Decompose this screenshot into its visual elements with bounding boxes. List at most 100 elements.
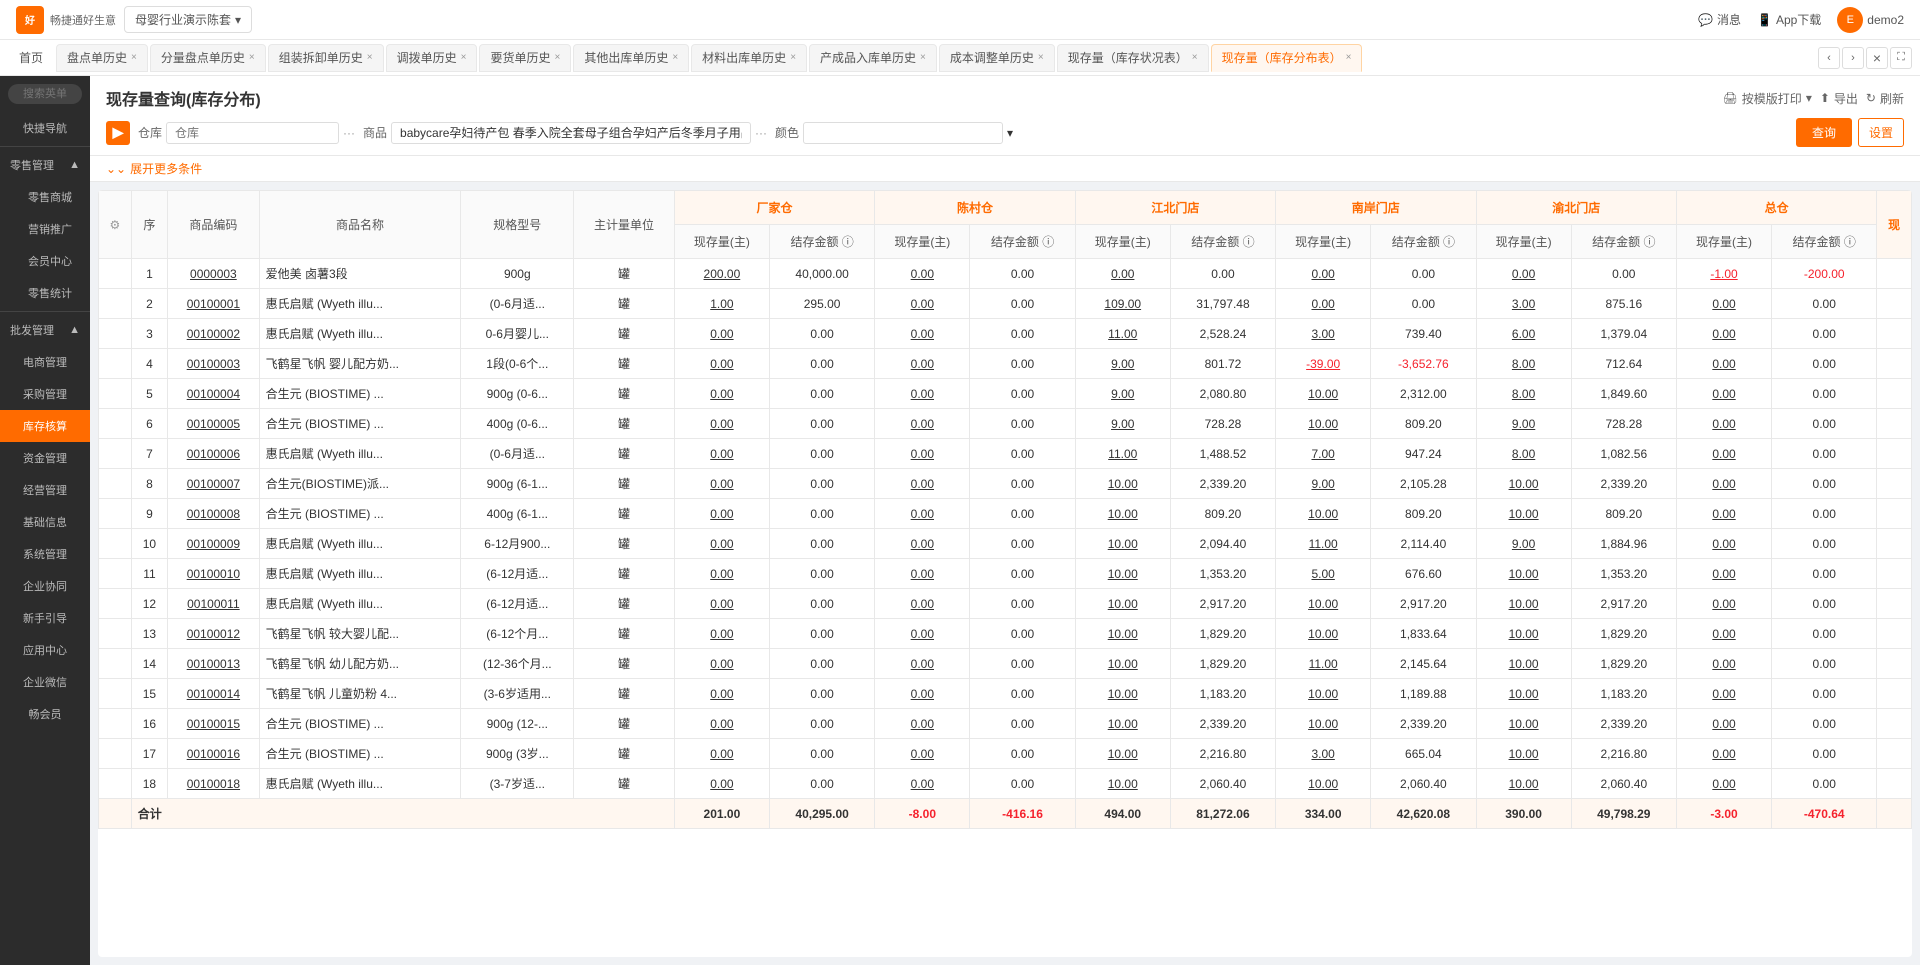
filter-expand-more[interactable]: ⌄⌄ 展开更多条件 [90, 156, 1920, 182]
cell-jb-stock[interactable]: 10.00 [1075, 559, 1170, 589]
cell-f-stock[interactable]: 1.00 [674, 289, 769, 319]
cell-c-stock[interactable]: 0.00 [875, 289, 970, 319]
cell-total-stock[interactable]: 0.00 [1676, 769, 1771, 799]
cell-c-stock[interactable]: 0.00 [875, 499, 970, 529]
cell-na-stock[interactable]: 11.00 [1276, 529, 1371, 559]
cell-code[interactable]: 00100009 [168, 529, 260, 559]
sidebar-item-retail-mall[interactable]: 零售商城 [0, 181, 90, 213]
nav-expand-button[interactable]: ⛶ [1890, 47, 1912, 69]
cell-jb-stock[interactable]: 109.00 [1075, 289, 1170, 319]
sidebar-item-retail[interactable]: 零售管理 ▲ [0, 149, 90, 181]
cell-code[interactable]: 00100005 [168, 409, 260, 439]
cell-c-stock[interactable]: 0.00 [875, 379, 970, 409]
cell-na-stock[interactable]: 11.00 [1276, 649, 1371, 679]
cell-na-stock[interactable]: 10.00 [1276, 409, 1371, 439]
cell-jb-stock[interactable]: 10.00 [1075, 469, 1170, 499]
sidebar-item-search[interactable] [0, 76, 90, 112]
cell-c-stock[interactable]: 0.00 [875, 679, 970, 709]
cell-jb-stock[interactable]: 10.00 [1075, 739, 1170, 769]
cell-c-stock[interactable]: 0.00 [875, 319, 970, 349]
industry-selector[interactable]: 母婴行业演示陈套 ▾ [124, 6, 252, 33]
cell-total-stock[interactable]: 0.00 [1676, 589, 1771, 619]
cell-yb-stock[interactable]: 6.00 [1476, 319, 1571, 349]
tab-material-outbound[interactable]: 材料出库单历史 × [691, 44, 807, 72]
cell-jb-stock[interactable]: 9.00 [1075, 349, 1170, 379]
cell-c-stock[interactable]: 0.00 [875, 559, 970, 589]
tab-split-inventory[interactable]: 分量盘点单历史 × [150, 44, 266, 72]
setting-button[interactable]: 设置 [1858, 118, 1904, 147]
cell-yb-stock[interactable]: 9.00 [1476, 529, 1571, 559]
cell-total-stock[interactable]: 0.00 [1676, 709, 1771, 739]
cell-jb-stock[interactable]: 10.00 [1075, 679, 1170, 709]
cell-c-stock[interactable]: 0.00 [875, 649, 970, 679]
sidebar-item-collab[interactable]: 企业协同 [0, 570, 90, 602]
cell-total-stock[interactable]: 0.00 [1676, 529, 1771, 559]
refresh-button[interactable]: ↻ 刷新 [1866, 90, 1904, 107]
close-icon[interactable]: × [1192, 52, 1198, 63]
sidebar-item-purchase[interactable]: 采购管理 [0, 378, 90, 410]
cell-code[interactable]: 00100003 [168, 349, 260, 379]
cell-jb-stock[interactable]: 11.00 [1075, 319, 1170, 349]
filter-expand-button[interactable]: ▶ [106, 121, 130, 145]
cell-code[interactable]: 00100006 [168, 439, 260, 469]
sidebar-item-member2[interactable]: 畅会员 [0, 698, 90, 730]
close-icon[interactable]: × [367, 52, 373, 63]
cell-yb-stock[interactable]: 8.00 [1476, 349, 1571, 379]
cell-code[interactable]: 00100008 [168, 499, 260, 529]
cell-jb-stock[interactable]: 9.00 [1075, 409, 1170, 439]
cell-na-stock[interactable]: 10.00 [1276, 589, 1371, 619]
cell-jb-stock[interactable]: 10.00 [1075, 499, 1170, 529]
tab-product-inbound[interactable]: 产成品入库单历史 × [809, 44, 937, 72]
goods-dots[interactable]: ··· [755, 126, 767, 140]
message-button[interactable]: 💬 消息 [1698, 11, 1741, 28]
cell-yb-stock[interactable]: 10.00 [1476, 679, 1571, 709]
cell-f-stock[interactable]: 0.00 [674, 439, 769, 469]
cell-c-stock[interactable]: 0.00 [875, 739, 970, 769]
app-download-button[interactable]: 📱 App下载 [1757, 11, 1821, 28]
cell-yb-stock[interactable]: 10.00 [1476, 739, 1571, 769]
cell-na-stock[interactable]: 10.00 [1276, 499, 1371, 529]
tab-assembly[interactable]: 组装拆卸单历史 × [268, 44, 384, 72]
cell-yb-stock[interactable]: 10.00 [1476, 499, 1571, 529]
cell-jb-stock[interactable]: 10.00 [1075, 589, 1170, 619]
sidebar-item-ecommerce[interactable]: 电商管理 [0, 346, 90, 378]
sidebar-item-member[interactable]: 会员中心 [0, 245, 90, 277]
cell-yb-stock[interactable]: 10.00 [1476, 559, 1571, 589]
sidebar-item-stock[interactable]: 库存核算 [0, 410, 90, 442]
cell-total-stock[interactable]: -1.00 [1676, 259, 1771, 289]
cell-code[interactable]: 00100013 [168, 649, 260, 679]
cell-f-stock[interactable]: 0.00 [674, 769, 769, 799]
cell-na-stock[interactable]: 0.00 [1276, 289, 1371, 319]
cell-jb-stock[interactable]: 10.00 [1075, 619, 1170, 649]
cell-na-stock[interactable]: 3.00 [1276, 739, 1371, 769]
cell-code[interactable]: 00100011 [168, 589, 260, 619]
export-button[interactable]: ⬆ 导出 [1820, 90, 1858, 107]
cell-total-stock[interactable]: 0.00 [1676, 739, 1771, 769]
nav-close-all-button[interactable]: × [1866, 47, 1888, 69]
cell-code[interactable]: 00100018 [168, 769, 260, 799]
tab-order[interactable]: 要货单历史 × [479, 44, 571, 72]
tab-other-outbound[interactable]: 其他出库单历史 × [573, 44, 689, 72]
warehouse-dots[interactable]: ··· [343, 126, 355, 140]
cell-f-stock[interactable]: 0.00 [674, 649, 769, 679]
gear-icon[interactable]: ⚙ [110, 218, 121, 232]
nav-next-button[interactable]: › [1842, 47, 1864, 69]
cell-total-stock[interactable]: 0.00 [1676, 439, 1771, 469]
cell-total-stock[interactable]: 0.00 [1676, 649, 1771, 679]
search-input[interactable] [8, 84, 82, 104]
close-icon[interactable]: × [1038, 52, 1044, 63]
cell-na-stock[interactable]: 10.00 [1276, 769, 1371, 799]
tab-transfer[interactable]: 调拨单历史 × [386, 44, 478, 72]
goods-input[interactable] [391, 122, 751, 144]
query-button[interactable]: 查询 [1796, 118, 1852, 147]
close-icon[interactable]: × [790, 52, 796, 63]
cell-total-stock[interactable]: 0.00 [1676, 379, 1771, 409]
cell-na-stock[interactable]: 10.00 [1276, 619, 1371, 649]
cell-code[interactable]: 00100002 [168, 319, 260, 349]
cell-total-stock[interactable]: 0.00 [1676, 349, 1771, 379]
cell-c-stock[interactable]: 0.00 [875, 409, 970, 439]
cell-c-stock[interactable]: 0.00 [875, 439, 970, 469]
sidebar-item-system[interactable]: 系统管理 [0, 538, 90, 570]
close-icon[interactable]: × [461, 52, 467, 63]
cell-na-stock[interactable]: 10.00 [1276, 709, 1371, 739]
